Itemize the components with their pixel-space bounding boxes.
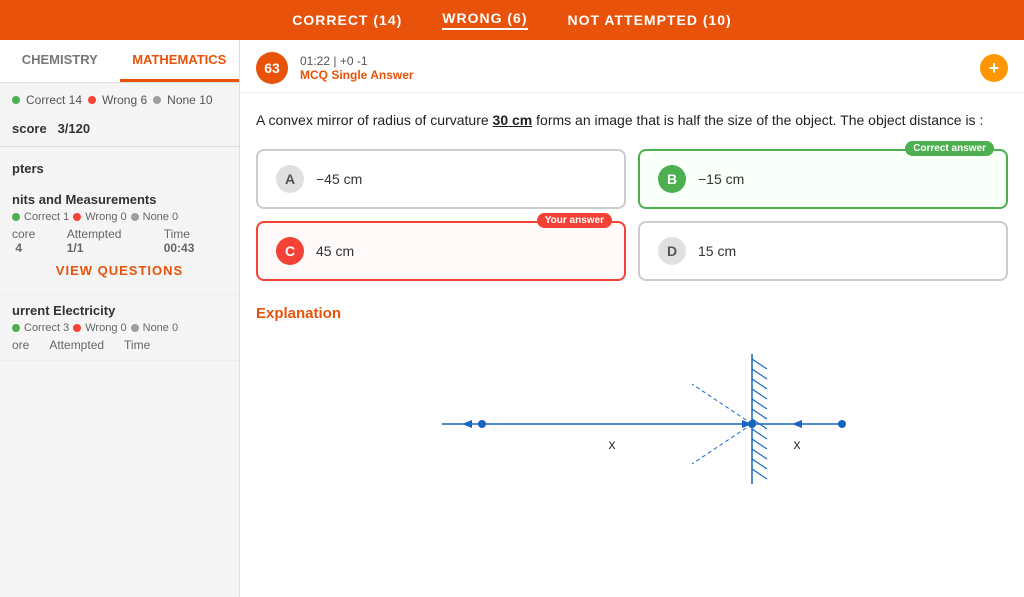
chapter-current-stats: Correct 3 Wrong 0 None 0 (12, 322, 227, 334)
content-area: 63 01:22 | +0 -1 MCQ Single Answer + A c… (240, 40, 1024, 597)
explanation-title: Explanation (256, 305, 1008, 322)
sidebar: CHEMISTRY MATHEMATICS Correct 14 Wrong 6… (0, 40, 240, 597)
question-type: MCQ Single Answer (300, 68, 968, 82)
ch2-wrong-dot (73, 324, 81, 332)
option-d[interactable]: D 15 cm (638, 221, 1008, 281)
explanation-section: Explanation (240, 297, 1024, 510)
chapter-current: urrent Electricity Correct 3 Wrong 0 Non… (0, 295, 239, 361)
main-layout: CHEMISTRY MATHEMATICS Correct 14 Wrong 6… (0, 40, 1024, 597)
ch-correct-dot (12, 213, 20, 221)
option-a[interactable]: A −45 cm (256, 149, 626, 209)
chapters-label: pters (0, 153, 239, 184)
option-a-text: −45 cm (316, 171, 362, 187)
score-label: score (12, 121, 47, 136)
add-button[interactable]: + (980, 54, 1008, 82)
option-b-letter: B (658, 165, 686, 193)
question-body: A convex mirror of radius of curvature 3… (240, 93, 1024, 141)
ch-wrong-dot (73, 213, 81, 221)
question-number-badge: 63 (256, 52, 288, 84)
summary-wrong: Wrong 6 (102, 93, 147, 107)
chapter-units: nits and Measurements Correct 1 Wrong 0 … (0, 184, 239, 295)
ch2-score: ore (12, 338, 29, 352)
x-label-left: x (609, 436, 616, 452)
ch-attempted-label: Attempted 1/1 (67, 227, 144, 255)
option-b[interactable]: Correct answer B −15 cm (638, 149, 1008, 209)
ch-score-label: core 4 (12, 227, 47, 255)
ch2-attempted-label: Attempted (49, 338, 104, 352)
not-attempted-stat[interactable]: NOT ATTEMPTED (10) (568, 12, 732, 28)
correct-dot (12, 96, 20, 104)
options-grid: A −45 cm Correct answer B −15 cm Your an… (240, 141, 1024, 297)
option-c[interactable]: Your answer C 45 cm (256, 221, 626, 281)
chapter-current-name: urrent Electricity (12, 303, 227, 318)
summary-correct: Correct 14 (26, 93, 82, 107)
tab-chemistry[interactable]: CHEMISTRY (0, 40, 120, 82)
ch-time-label: Time 00:43 (164, 227, 227, 255)
summary-none: None 10 (167, 93, 212, 107)
question-time: 01:22 | +0 -1 (300, 54, 968, 68)
ch2-none-dot (131, 324, 139, 332)
mirror-diagram: x x (382, 334, 882, 494)
option-a-letter: A (276, 165, 304, 193)
none-dot (153, 96, 161, 104)
option-c-letter: C (276, 237, 304, 265)
wrong-dot (88, 96, 96, 104)
sidebar-score: score 3/120 (0, 117, 239, 140)
sidebar-divider (0, 146, 239, 147)
question-header: 63 01:22 | +0 -1 MCQ Single Answer + (240, 40, 1024, 93)
your-answer-badge: Your answer (537, 213, 612, 228)
score-value (50, 121, 54, 136)
question-meta: 01:22 | +0 -1 MCQ Single Answer (300, 54, 968, 82)
option-d-letter: D (658, 237, 686, 265)
wrong-stat[interactable]: WRONG (6) (442, 10, 527, 30)
ch2-time-label: Time (124, 338, 150, 352)
ch-none-dot (131, 213, 139, 221)
chapter-units-details: core 4 Attempted 1/1 Time 00:43 (12, 227, 227, 255)
stats-bar: CORRECT (14) WRONG (6) NOT ATTEMPTED (10… (0, 0, 1024, 40)
chapter-units-stats: Correct 1 Wrong 0 None 0 (12, 211, 227, 223)
score-fraction: 3/120 (58, 121, 91, 136)
option-d-text: 15 cm (698, 243, 736, 259)
option-b-text: −15 cm (698, 171, 744, 187)
x-label-right: x (794, 436, 801, 452)
view-questions-button[interactable]: VIEW QUESTIONS (12, 255, 227, 286)
chapter-units-name: nits and Measurements (12, 192, 227, 207)
correct-answer-badge: Correct answer (905, 141, 994, 156)
chapter-current-details: ore Attempted Time (12, 338, 227, 352)
option-c-text: 45 cm (316, 243, 354, 259)
sidebar-tabs: CHEMISTRY MATHEMATICS (0, 40, 239, 83)
ch2-correct-dot (12, 324, 20, 332)
correct-stat[interactable]: CORRECT (14) (292, 12, 402, 28)
sidebar-summary: Correct 14 Wrong 6 None 10 (0, 83, 239, 117)
tab-mathematics[interactable]: MATHEMATICS (120, 40, 240, 82)
diagram-area: x x (256, 334, 1008, 494)
